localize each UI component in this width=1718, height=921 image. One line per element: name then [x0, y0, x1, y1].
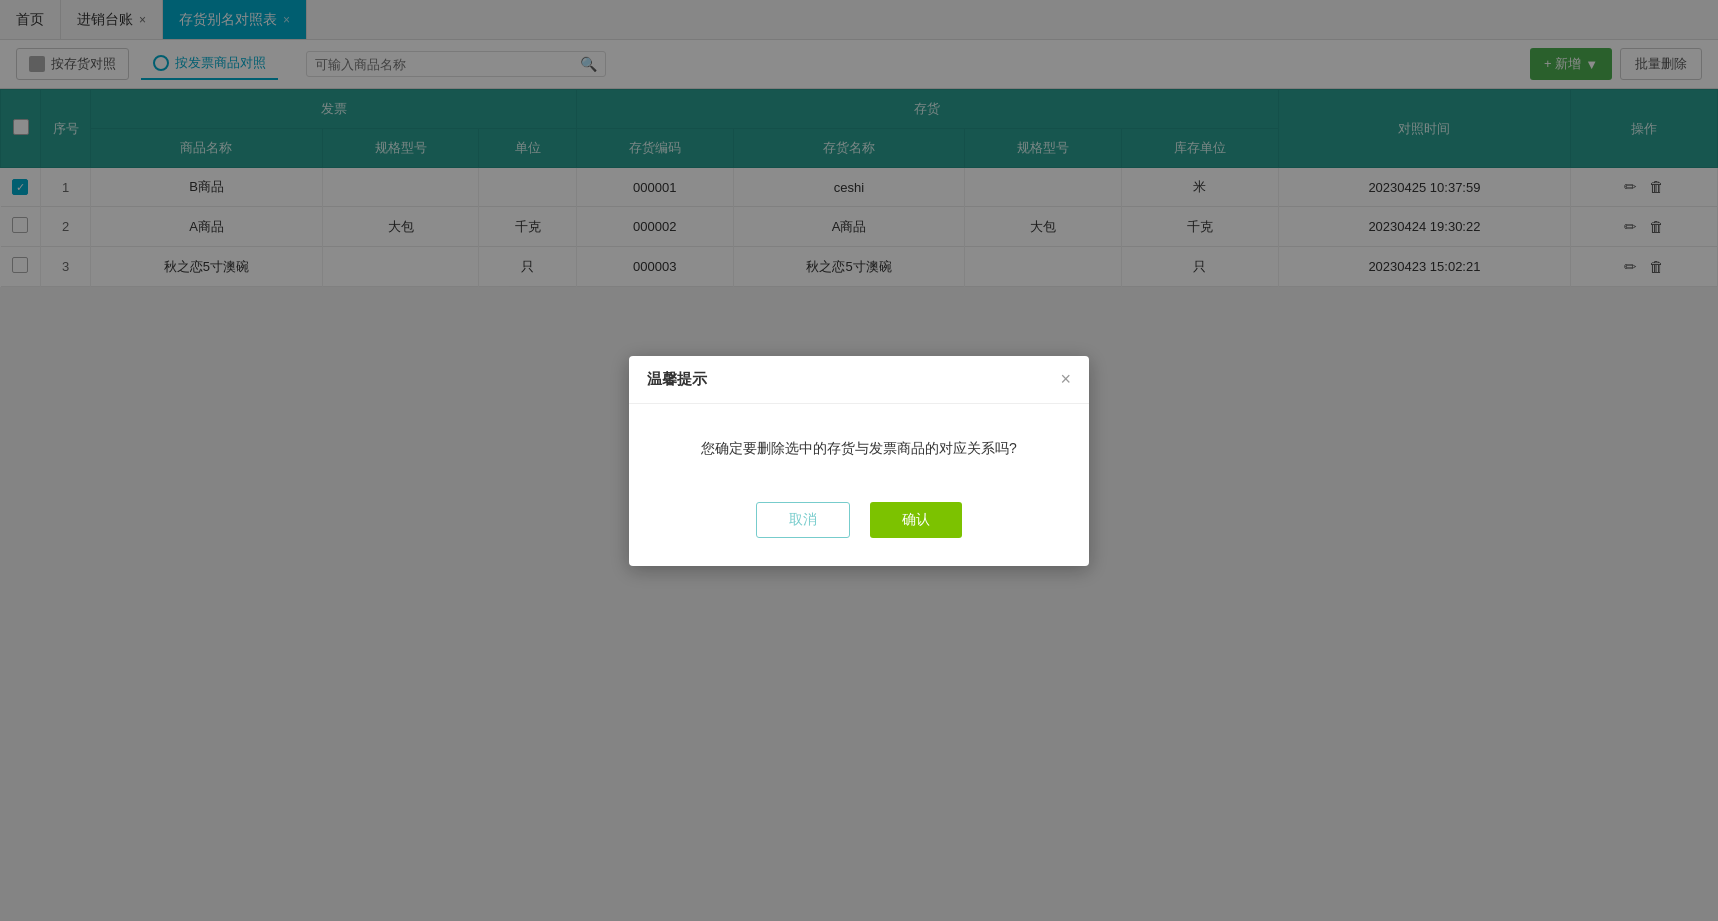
dialog-overlay: 温馨提示 × 您确定要删除选中的存货与发票商品的对应关系吗? 取消 确认: [0, 0, 1718, 287]
